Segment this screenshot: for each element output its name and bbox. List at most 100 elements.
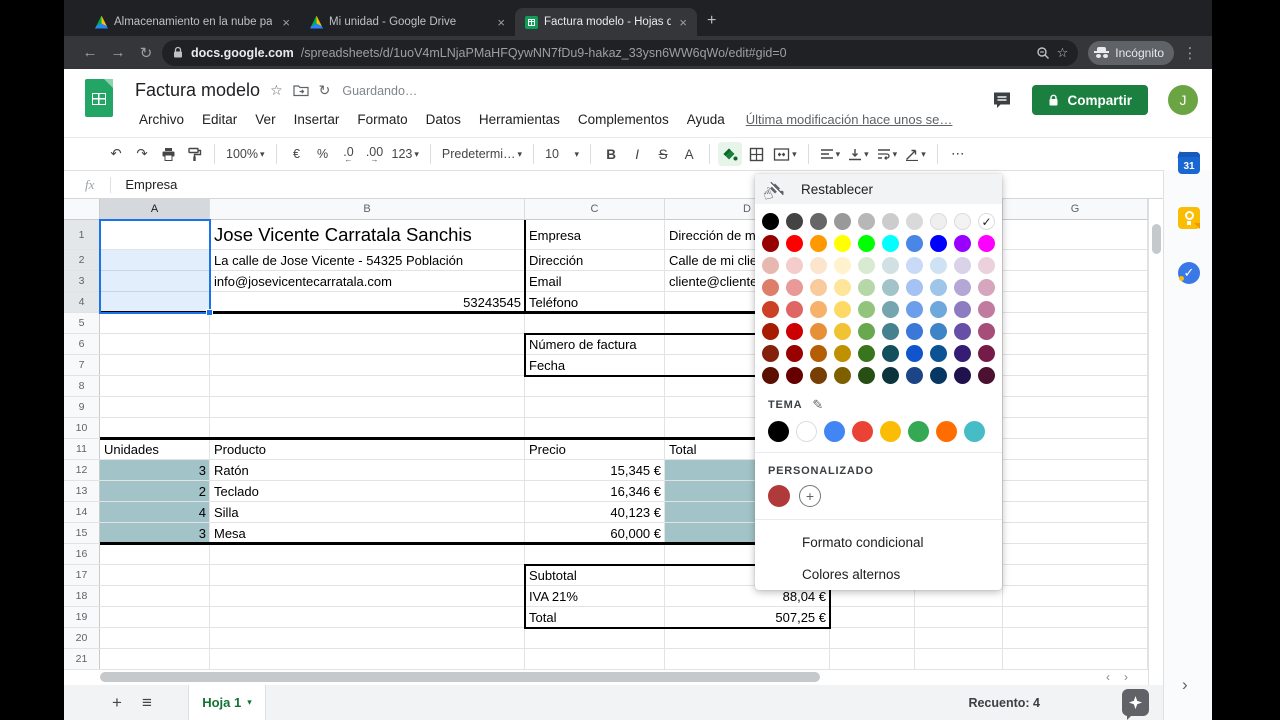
- cell-A14[interactable]: 4: [100, 502, 210, 523]
- color-swatch-b6d7a8[interactable]: [858, 279, 875, 296]
- color-swatch-45818e[interactable]: [882, 323, 899, 340]
- color-swatch-073763[interactable]: [930, 367, 947, 384]
- color-swatch-f1c232[interactable]: [834, 323, 851, 340]
- menu-ver[interactable]: Ver: [246, 109, 284, 130]
- color-swatch-000000[interactable]: [762, 213, 779, 230]
- browser-tab-factura-modelo-hojas-de-calc[interactable]: Factura modelo - Hojas de cálc ×: [515, 8, 697, 36]
- color-swatch-93c47d[interactable]: [858, 301, 875, 318]
- merge-cells-button[interactable]: ▾: [770, 142, 800, 166]
- row-header-19[interactable]: 19: [64, 607, 100, 628]
- vertical-align-button[interactable]: ▾: [845, 142, 872, 166]
- undo-button[interactable]: ↶: [104, 142, 128, 166]
- color-swatch-ff00ff[interactable]: [978, 235, 995, 252]
- new-tab-button[interactable]: +: [697, 10, 726, 36]
- menu-archivo[interactable]: Archivo: [130, 109, 193, 130]
- row-header-13[interactable]: 13: [64, 481, 100, 502]
- cell-B2[interactable]: La calle de Jose Vicente - 54325 Poblaci…: [210, 250, 525, 271]
- color-swatch-ff0000[interactable]: [786, 235, 803, 252]
- add-custom-color-button[interactable]: +: [799, 485, 821, 507]
- cell-C17[interactable]: Subtotal: [525, 565, 665, 586]
- tab-close-icon[interactable]: ×: [677, 15, 689, 30]
- vertical-scrollbar[interactable]: [1148, 199, 1163, 685]
- color-swatch-a61c00[interactable]: [762, 323, 779, 340]
- row-header-10[interactable]: 10: [64, 418, 100, 439]
- row-header-17[interactable]: 17: [64, 565, 100, 586]
- menu-insertar[interactable]: Insertar: [285, 109, 349, 130]
- move-folder-icon[interactable]: [293, 84, 309, 97]
- forward-button[interactable]: →: [106, 44, 130, 61]
- row-header-3[interactable]: 3: [64, 271, 100, 292]
- color-swatch-dd7e6b[interactable]: [762, 279, 779, 296]
- paint-format-button[interactable]: [182, 142, 206, 166]
- cell-B4[interactable]: 53243545: [210, 292, 525, 313]
- reset-color-button[interactable]: Restablecer ☝: [755, 174, 1002, 204]
- color-swatch-f3f3f3[interactable]: [954, 213, 971, 230]
- cell-C2[interactable]: Dirección: [525, 250, 665, 271]
- zoom-icon[interactable]: [1036, 46, 1050, 60]
- add-sheet-button[interactable]: +: [102, 693, 132, 713]
- row-header-14[interactable]: 14: [64, 502, 100, 523]
- cell-D19[interactable]: 507,25 €: [665, 607, 830, 628]
- color-swatch-434343[interactable]: [786, 213, 803, 230]
- color-swatch-674ea7[interactable]: [954, 323, 971, 340]
- row-header-4[interactable]: 4: [64, 292, 100, 313]
- menu-datos[interactable]: Datos: [417, 109, 470, 130]
- color-swatch-c9daf8[interactable]: [906, 257, 923, 274]
- cell-B11[interactable]: Producto: [210, 439, 525, 460]
- color-swatch-ea9999[interactable]: [786, 279, 803, 296]
- browser-menu-button[interactable]: ⋮: [1178, 44, 1202, 62]
- cell-C1[interactable]: Empresa: [525, 220, 665, 250]
- cell-C18[interactable]: IVA 21%: [525, 586, 665, 607]
- color-swatch-cc0000[interactable]: [786, 323, 803, 340]
- color-swatch-1155cc[interactable]: [906, 345, 923, 362]
- color-swatch-1c4587[interactable]: [906, 367, 923, 384]
- theme-color-34a853[interactable]: [908, 421, 929, 442]
- text-color-button[interactable]: A: [677, 142, 701, 166]
- color-swatch-20124d[interactable]: [954, 367, 971, 384]
- color-swatch-783f04[interactable]: [810, 367, 827, 384]
- browser-tab-almacenamiento-en-la-nube-pa[interactable]: Almacenamiento en la nube pa ×: [85, 8, 300, 36]
- text-wrap-button[interactable]: ▾: [874, 142, 901, 166]
- row-header-2[interactable]: 2: [64, 250, 100, 271]
- theme-color-000000[interactable]: [768, 421, 789, 442]
- horizontal-scrollbar-thumb[interactable]: [100, 672, 820, 682]
- cell-B1[interactable]: Jose Vicente Carratala Sanchis: [210, 220, 525, 250]
- menu-herramientas[interactable]: Herramientas: [470, 109, 569, 130]
- custom-color-b03a3a[interactable]: [768, 485, 790, 507]
- color-swatch-b7b7b7[interactable]: [858, 213, 875, 230]
- color-swatch-b4a7d6[interactable]: [954, 279, 971, 296]
- redo-button[interactable]: ↷: [130, 142, 154, 166]
- sheets-logo-icon[interactable]: [85, 79, 113, 117]
- url-bar[interactable]: docs.google.com/spreadsheets/d/1uoV4mLNj…: [162, 39, 1079, 66]
- font-size-select[interactable]: 10 ▾: [542, 142, 582, 166]
- color-swatch-f9cb9c[interactable]: [810, 279, 827, 296]
- color-swatch-f4cccc[interactable]: [786, 257, 803, 274]
- formula-input[interactable]: Empresa: [125, 177, 177, 192]
- row-header-15[interactable]: 15: [64, 523, 100, 544]
- bold-button[interactable]: B: [599, 142, 623, 166]
- color-swatch-990000[interactable]: [786, 345, 803, 362]
- cell-C11[interactable]: Precio: [525, 439, 665, 460]
- cell-C4[interactable]: Teléfono: [525, 292, 665, 313]
- color-swatch-0c343d[interactable]: [882, 367, 899, 384]
- color-swatch-6aa84f[interactable]: [858, 323, 875, 340]
- column-header-A[interactable]: A: [100, 199, 210, 220]
- color-swatch-76a5af[interactable]: [882, 301, 899, 318]
- tasks-icon[interactable]: ✓: [1178, 262, 1200, 284]
- font-select[interactable]: Predetermi… ▾: [439, 142, 525, 166]
- color-swatch-6fa8dc[interactable]: [930, 301, 947, 318]
- row-header-9[interactable]: 9: [64, 397, 100, 418]
- color-swatch-cccccc[interactable]: [882, 213, 899, 230]
- color-swatch-c27ba0[interactable]: [978, 301, 995, 318]
- color-swatch-d9ead3[interactable]: [858, 257, 875, 274]
- color-swatch-d0e0e3[interactable]: [882, 257, 899, 274]
- color-swatch-ffe599[interactable]: [834, 279, 851, 296]
- percent-format-button[interactable]: %: [311, 142, 335, 166]
- row-header-11[interactable]: 11: [64, 439, 100, 460]
- column-header-G[interactable]: G: [1003, 199, 1148, 220]
- color-swatch-cfe2f3[interactable]: [930, 257, 947, 274]
- color-swatch-3c78d8[interactable]: [906, 323, 923, 340]
- tab-close-icon[interactable]: ×: [495, 15, 507, 30]
- color-swatch-f6b26b[interactable]: [810, 301, 827, 318]
- color-swatch-3d85c6[interactable]: [930, 323, 947, 340]
